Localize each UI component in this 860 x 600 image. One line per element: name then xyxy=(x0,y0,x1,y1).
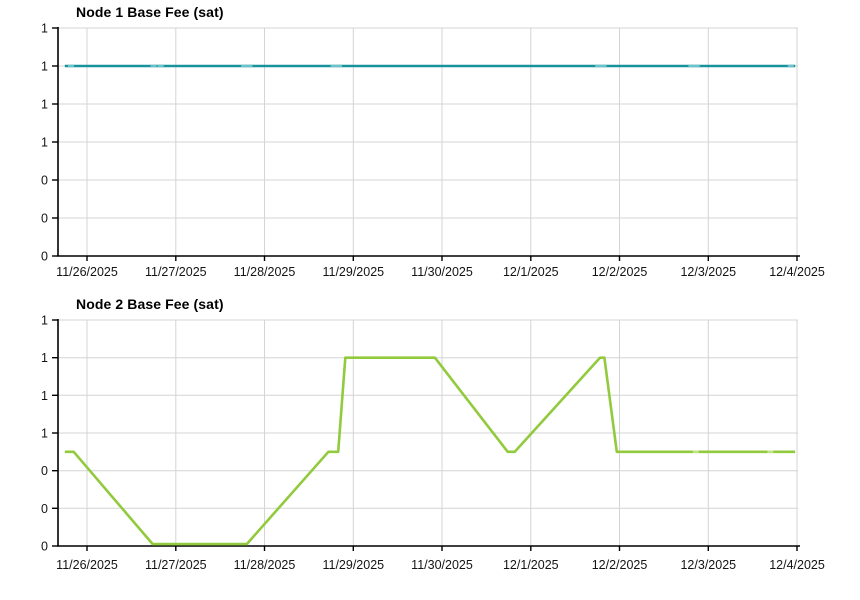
x-tick-label: 12/3/2025 xyxy=(680,265,736,279)
chart-node2-base-fee: Node 2 Base Fee (sat) 111100011/26/20251… xyxy=(0,292,860,600)
data-point-marker xyxy=(336,65,342,68)
y-tick-label: 0 xyxy=(41,174,48,188)
y-tick-label: 0 xyxy=(41,502,48,516)
data-point-marker xyxy=(693,451,699,454)
chart-title-node1: Node 1 Base Fee (sat) xyxy=(76,4,224,20)
y-tick-label: 1 xyxy=(41,389,48,403)
y-tick-label: 1 xyxy=(41,60,48,74)
x-tick-label: 11/28/2025 xyxy=(234,558,296,572)
x-tick-label: 12/2/2025 xyxy=(592,265,648,279)
fee-charts-page: Node 1 Base Fee (sat) 111100011/26/20251… xyxy=(0,0,860,600)
data-point-marker xyxy=(158,65,164,68)
x-tick-label: 12/4/2025 xyxy=(769,558,825,572)
x-tick-label: 11/29/2025 xyxy=(322,265,384,279)
data-point-marker xyxy=(241,65,247,68)
data-point-marker xyxy=(68,65,74,68)
series-line xyxy=(65,358,795,544)
data-point-marker xyxy=(688,65,694,68)
data-point-marker xyxy=(694,65,700,68)
x-tick-label: 11/30/2025 xyxy=(411,265,473,279)
y-tick-label: 0 xyxy=(41,540,48,554)
x-tick-label: 12/4/2025 xyxy=(769,265,825,279)
y-tick-label: 0 xyxy=(41,250,48,264)
x-tick-label: 11/28/2025 xyxy=(234,265,296,279)
y-tick-label: 1 xyxy=(41,351,48,365)
y-tick-label: 0 xyxy=(41,212,48,226)
chart-node1-base-fee: Node 1 Base Fee (sat) 111100011/26/20251… xyxy=(0,0,860,292)
y-tick-label: 0 xyxy=(41,464,48,478)
data-point-marker xyxy=(767,451,773,454)
data-point-marker xyxy=(788,65,794,68)
y-tick-label: 1 xyxy=(41,314,48,328)
x-tick-label: 12/3/2025 xyxy=(680,558,736,572)
x-tick-label: 11/26/2025 xyxy=(56,558,118,572)
y-tick-label: 1 xyxy=(41,427,48,441)
data-point-marker xyxy=(246,65,252,68)
x-tick-label: 12/2/2025 xyxy=(592,558,648,572)
x-tick-label: 11/26/2025 xyxy=(56,265,118,279)
chart-title-node2: Node 2 Base Fee (sat) xyxy=(76,296,224,312)
data-point-marker xyxy=(331,65,337,68)
data-point-marker xyxy=(595,65,601,68)
x-tick-label: 12/1/2025 xyxy=(503,558,559,572)
node2-chart-canvas: 1 1 1 1 0 0 0 11/26/2025 11/27/2025 11/28/2025 11/… xyxy=(0,292,860,600)
data-point-marker xyxy=(151,65,157,68)
x-tick-label: 12/1/2025 xyxy=(503,265,559,279)
x-tick-label: 11/27/2025 xyxy=(145,265,207,279)
x-tick-label: 11/30/2025 xyxy=(411,558,473,572)
node1-chart-canvas: 1 1 1 1 0 0 0 11/26/2025 11/27/2025 11/28/2025 11/… xyxy=(0,0,860,292)
y-tick-label: 1 xyxy=(41,136,48,150)
y-tick-label: 1 xyxy=(41,98,48,112)
y-tick-label: 1 xyxy=(41,22,48,36)
x-tick-label: 11/29/2025 xyxy=(322,558,384,572)
data-point-marker xyxy=(601,65,607,68)
x-tick-label: 11/27/2025 xyxy=(145,558,207,572)
